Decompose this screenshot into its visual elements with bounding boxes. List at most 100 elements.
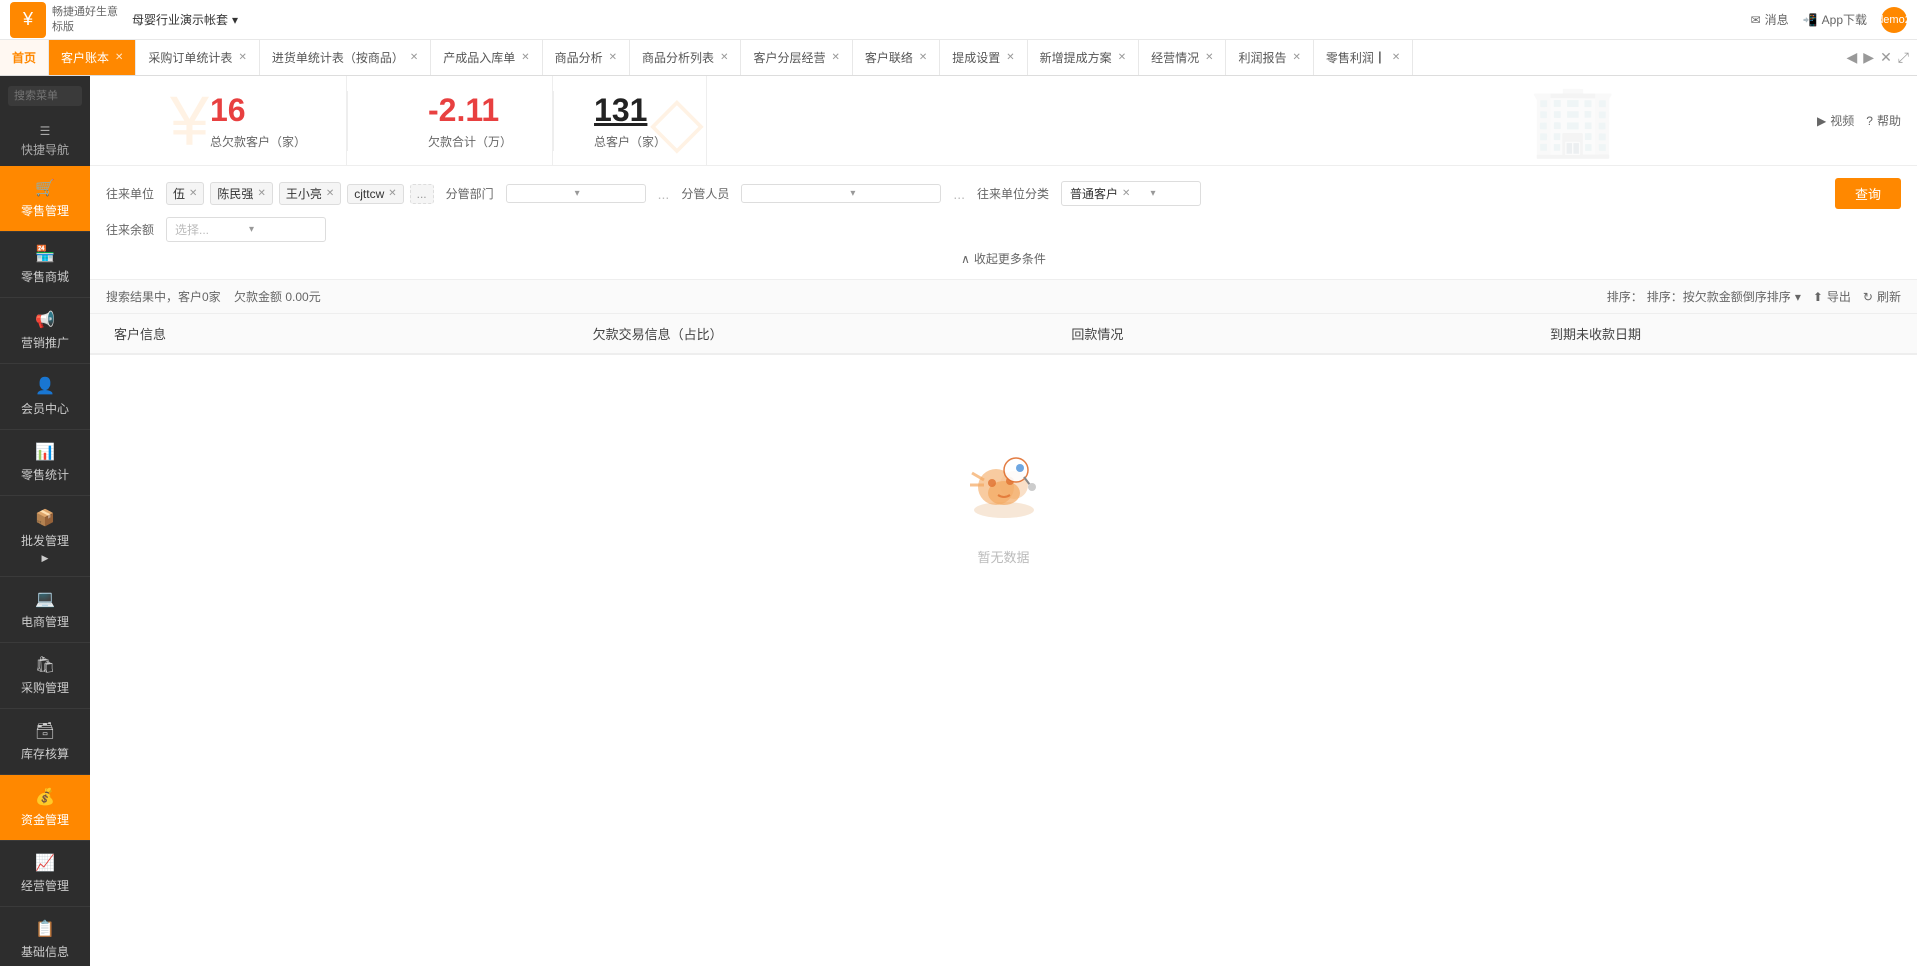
stats-bar: ¥ 16 总欠款客户（家） ◇ -2.11 欠款合计（万） 🏢 131 总客户（… xyxy=(90,76,1917,166)
category-tag: 普通客户 ✕ xyxy=(1070,185,1130,202)
stat3-label: 总客户（家） xyxy=(594,133,666,150)
remainder-arrow: ▾ xyxy=(249,224,254,235)
tab-profit-report[interactable]: 利润报告 ✕ xyxy=(1226,40,1313,76)
sidebar-item-retail-mgmt[interactable]: 🛒 零售管理 xyxy=(0,166,90,232)
sidebar-item-member[interactable]: 👤 会员中心 xyxy=(0,364,90,430)
tab-customer-ledger[interactable]: 客户账本 ✕ xyxy=(49,40,136,76)
sort-select[interactable]: 排序： 排序：按欠款金额倒序排序 ▾ xyxy=(1607,288,1801,305)
collapse-button[interactable]: ∧ 收起更多条件 xyxy=(106,250,1901,267)
dept-select[interactable]: ▾ xyxy=(506,184,646,203)
tab-home[interactable]: 首页 xyxy=(0,40,49,76)
tab-purchase-order-stats[interactable]: 采购订单统计表 ✕ xyxy=(136,40,259,76)
close-icon[interactable]: ✕ xyxy=(238,52,246,63)
sidebar: ☰ 快捷导航 🛒 零售管理 🏪 零售商城 📢 营销推广 👤 会员中心 📊 xyxy=(0,76,90,966)
sidebar-quick-nav[interactable]: ☰ 快捷导航 xyxy=(0,116,90,166)
dept-select-arrow: ▾ xyxy=(575,188,580,199)
tab-close-all-icon[interactable]: ✕ xyxy=(1880,49,1892,66)
video-icon: ▶ xyxy=(1817,114,1826,128)
tab-operations[interactable]: 经营情况 ✕ xyxy=(1139,40,1226,76)
close-icon[interactable]: ✕ xyxy=(521,52,529,63)
tab-customer-layer[interactable]: 客户分层经营 ✕ xyxy=(741,40,852,76)
close-icon[interactable]: ✕ xyxy=(831,52,839,63)
filters-panel: 往来单位 伍 ✕ 陈民强 ✕ 王小亮 ✕ xyxy=(90,166,1917,280)
tab-prev-icon[interactable]: ◀ xyxy=(1847,49,1858,66)
query-button[interactable]: 查询 xyxy=(1835,178,1901,209)
close-icon[interactable]: ✕ xyxy=(720,52,728,63)
tag-more[interactable]: ... xyxy=(410,184,434,204)
tab-product-stock[interactable]: 产成品入库单 ✕ xyxy=(431,40,542,76)
quick-nav-icon: ☰ xyxy=(40,124,51,138)
sidebar-item-basic-info[interactable]: 📋 基础信息 xyxy=(0,907,90,966)
company-selector[interactable]: 母婴行业演示帐套 ▾ xyxy=(132,11,238,28)
col-debt-info: 欠款交易信息（占比） xyxy=(585,324,1064,343)
close-icon[interactable]: ✕ xyxy=(1293,52,1301,63)
dept-more-icon[interactable]: ... xyxy=(658,186,670,202)
top-bar-right: ✉ 消息 📲 App下载 demo2 xyxy=(1751,7,1907,33)
stat-debt-customers: 16 总欠款客户（家） xyxy=(90,76,347,165)
tab-next-icon[interactable]: ▶ xyxy=(1863,49,1874,66)
label-category: 往来单位分类 xyxy=(977,185,1049,202)
purchase-icon: 🛍 xyxy=(35,655,55,675)
stat1-value: 16 xyxy=(210,92,306,129)
table-area: 客户信息 欠款交易信息（占比） 回款情况 到期未收款日期 xyxy=(90,314,1917,966)
tab-customer-contact[interactable]: 客户联络 ✕ xyxy=(853,40,940,76)
close-icon[interactable]: ✕ xyxy=(919,52,927,63)
close-icon[interactable]: ✕ xyxy=(410,52,418,63)
remove-tag-wang[interactable]: ✕ xyxy=(326,188,334,199)
basic-info-icon: 📋 xyxy=(35,919,55,939)
person-select[interactable]: ▾ xyxy=(741,184,941,203)
tab-commission-setting[interactable]: 提成设置 ✕ xyxy=(940,40,1027,76)
stat1-label: 总欠款客户（家） xyxy=(210,133,306,150)
close-icon[interactable]: ✕ xyxy=(1006,52,1014,63)
top-bar: ¥ 畅捷通好生意 标版 母婴行业演示帐套 ▾ ✉ 消息 📲 App下载 demo… xyxy=(0,0,1917,40)
remove-category-tag[interactable]: ✕ xyxy=(1122,188,1130,199)
stat3-value: 131 xyxy=(594,92,666,129)
close-icon[interactable]: ✕ xyxy=(1205,52,1213,63)
close-icon[interactable]: ✕ xyxy=(609,52,617,63)
sidebar-item-inventory[interactable]: 🗃 库存核算 xyxy=(0,709,90,775)
sidebar-item-retail-stats[interactable]: 📊 零售统计 xyxy=(0,430,90,496)
export-btn[interactable]: ⬆ 导出 xyxy=(1813,288,1851,305)
message-btn[interactable]: ✉ 消息 xyxy=(1751,11,1789,28)
remove-tag-cjttcw[interactable]: ✕ xyxy=(388,188,396,199)
sidebar-item-marketing[interactable]: 📢 营销推广 xyxy=(0,298,90,364)
tab-retail-profit[interactable]: 零售利润┃ ✕ xyxy=(1314,40,1413,76)
remove-tag-wu[interactable]: ✕ xyxy=(189,188,197,199)
sidebar-item-operations[interactable]: 📈 经营管理 xyxy=(0,841,90,907)
logo: ¥ 畅捷通好生意 标版 xyxy=(10,2,118,38)
empty-state: 暂无数据 xyxy=(90,355,1917,646)
operations-icon: 📈 xyxy=(35,853,55,873)
person-more-icon[interactable]: ... xyxy=(953,186,965,202)
category-select[interactable]: 普通客户 ✕ ▾ xyxy=(1061,181,1201,206)
refresh-btn[interactable]: ↻ 刷新 xyxy=(1863,288,1901,305)
tab-goods-analysis-list[interactable]: 商品分析列表 ✕ xyxy=(630,40,741,76)
avatar[interactable]: demo2 xyxy=(1881,7,1907,33)
bg-decorative-icon-right: 🏢 xyxy=(1530,80,1617,162)
sidebar-item-batch-mgmt[interactable]: 📦 批发管理 ▶ xyxy=(0,496,90,577)
close-icon[interactable]: ✕ xyxy=(1392,52,1400,63)
batch-mgmt-icon: 📦 xyxy=(35,508,55,528)
help-btn[interactable]: ? 帮助 xyxy=(1866,112,1901,129)
tab-goods-stats[interactable]: 进货单统计表（按商品） ✕ xyxy=(260,40,431,76)
sidebar-search-area xyxy=(0,76,90,116)
tab-goods-analysis[interactable]: 商品分析 ✕ xyxy=(543,40,630,76)
stats-bar-actions: ▶ 视频 ? 帮助 xyxy=(1801,76,1917,165)
tab-controls: ◀ ▶ ✕ ⤢ xyxy=(1839,49,1917,66)
remainder-select[interactable]: 选择... ▾ xyxy=(166,217,326,242)
search-input[interactable] xyxy=(8,86,82,106)
filter-row-1: 往来单位 伍 ✕ 陈民强 ✕ 王小亮 ✕ xyxy=(106,178,1901,209)
sidebar-item-retail-mall[interactable]: 🏪 零售商城 xyxy=(0,232,90,298)
tab-fullscreen-icon[interactable]: ⤢ xyxy=(1898,49,1909,66)
remove-tag-chen[interactable]: ✕ xyxy=(257,188,265,199)
sort-arrow-icon: ▾ xyxy=(1795,290,1801,304)
close-icon[interactable]: ✕ xyxy=(1118,52,1126,63)
app-download-btn[interactable]: 📲 App下载 xyxy=(1803,11,1867,28)
sidebar-item-ecom[interactable]: 💻 电商管理 xyxy=(0,577,90,643)
sidebar-item-purchase[interactable]: 🛍 采购管理 xyxy=(0,643,90,709)
col-due-date: 到期未收款日期 xyxy=(1542,324,1901,343)
sidebar-item-capital[interactable]: 💰 资金管理 xyxy=(0,775,90,841)
tab-add-commission[interactable]: 新增提成方案 ✕ xyxy=(1028,40,1139,76)
close-icon[interactable]: ✕ xyxy=(115,52,123,63)
ecom-icon: 💻 xyxy=(35,589,55,609)
video-btn[interactable]: ▶ 视频 xyxy=(1817,112,1854,129)
